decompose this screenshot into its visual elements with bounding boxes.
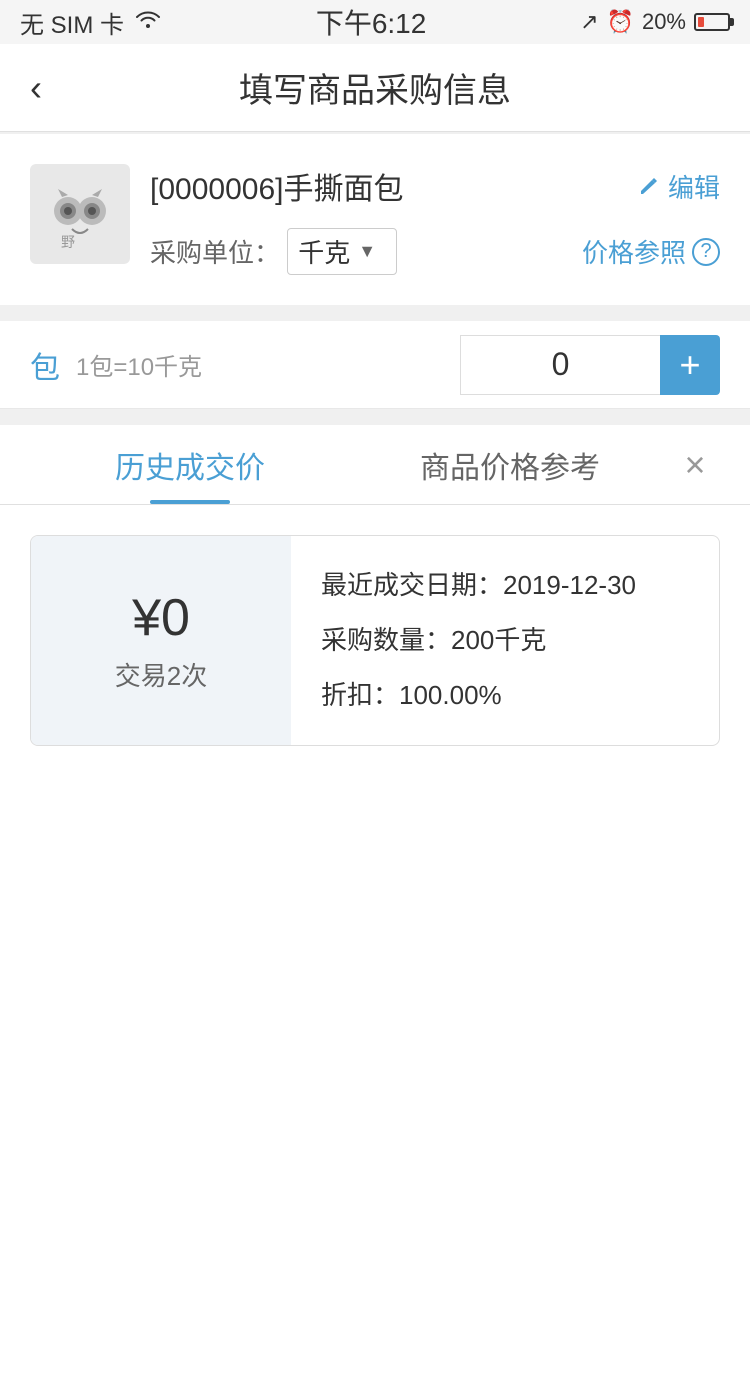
purchase-quantity-row: 采购数量：200千克 (321, 621, 689, 660)
product-image: 野 (30, 164, 130, 264)
tab-history-price[interactable]: 历史成交价 (30, 425, 350, 504)
tab-close-button[interactable]: × (670, 440, 720, 490)
price-amount: ¥0 (132, 588, 190, 648)
carrier-text: 无 SIM 卡 (20, 5, 124, 40)
product-name: [0000006]手撕面包 (150, 164, 403, 208)
price-card: ¥0 交易2次 最近成交日期：2019-12-30 采购数量：200千克 折扣：… (30, 535, 720, 746)
tab-section: 历史成交价 商品价格参考 × ¥0 交易2次 最近成交日期：2019-12-30… (0, 425, 750, 776)
edit-button[interactable]: 编辑 (638, 168, 720, 205)
location-icon: ↗ (580, 9, 598, 35)
recent-date-row: 最近成交日期：2019-12-30 (321, 566, 689, 605)
quantity-plus-button[interactable]: + (660, 335, 720, 395)
nav-bar: ‹ 填写商品采购信息 (0, 44, 750, 132)
quantity-right: + (460, 335, 720, 395)
status-bar: 无 SIM 卡 下午6:12 ↗ ⏰ 20% (0, 0, 750, 44)
tab-reference-label: 商品价格参考 (420, 443, 600, 487)
help-icon: ? (692, 238, 720, 266)
product-section: 野 [0000006]手撕面包 编辑 采购单位： (0, 134, 750, 305)
battery-icon (694, 13, 730, 31)
tab-active-indicator (150, 500, 230, 504)
dropdown-arrow-icon: ▼ (358, 241, 376, 262)
quantity-unit: 包 (30, 343, 60, 387)
page-title: 填写商品采购信息 (239, 63, 511, 112)
back-button[interactable]: ‹ (30, 67, 62, 109)
price-card-container: ¥0 交易2次 最近成交日期：2019-12-30 采购数量：200千克 折扣：… (0, 505, 750, 776)
main-content (0, 776, 750, 1376)
status-left: 无 SIM 卡 (20, 5, 162, 40)
alarm-icon: ⏰ (607, 9, 634, 35)
status-right: ↗ ⏰ 20% (580, 9, 730, 35)
section-divider (0, 305, 750, 321)
transaction-count: 交易2次 (115, 656, 207, 693)
product-details: [0000006]手撕面包 编辑 采购单位： 千克 ▼ (150, 164, 720, 275)
price-card-left: ¥0 交易2次 (31, 536, 291, 745)
unit-label: 采购单位： 千克 ▼ (150, 228, 397, 275)
tab-history-label: 历史成交价 (115, 443, 265, 487)
quantity-conversion: 1包=10千克 (76, 347, 202, 382)
price-card-right: 最近成交日期：2019-12-30 采购数量：200千克 折扣：100.00% (291, 536, 719, 745)
quantity-left: 包 1包=10千克 (30, 343, 202, 387)
price-reference-button[interactable]: 价格参照 ? (582, 233, 720, 270)
quantity-section: 包 1包=10千克 + (0, 321, 750, 409)
svg-text:野: 野 (61, 234, 75, 249)
tab-price-reference[interactable]: 商品价格参考 (350, 425, 670, 504)
tab-bar: 历史成交价 商品价格参考 × (0, 425, 750, 505)
quantity-input[interactable] (460, 335, 660, 395)
unit-select[interactable]: 千克 ▼ (287, 228, 397, 275)
battery-percent: 20% (642, 9, 686, 35)
wifi-icon (134, 8, 162, 37)
status-time: 下午6:12 (316, 2, 427, 42)
discount-row: 折扣：100.00% (321, 676, 689, 715)
